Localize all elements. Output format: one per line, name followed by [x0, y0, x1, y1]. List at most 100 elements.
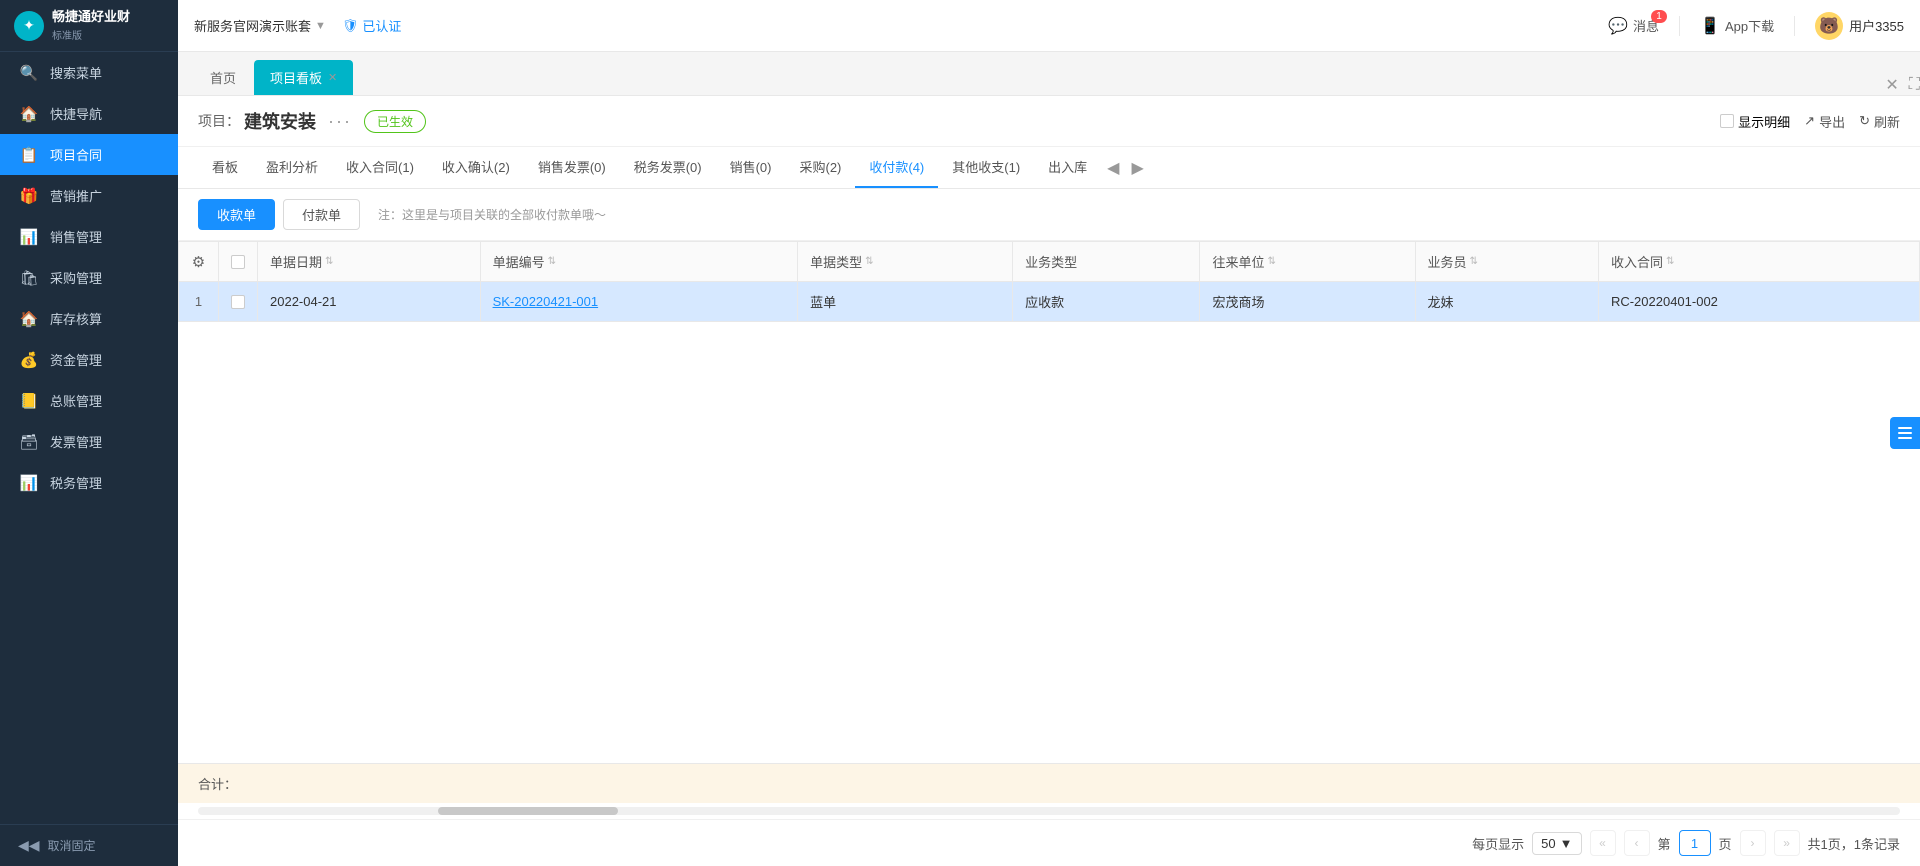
subnav-income-confirm[interactable]: 收入确认(2)	[428, 147, 524, 188]
subnav-receipts[interactable]: 收付款(4)	[855, 147, 938, 188]
sidebar-item-ledger-mgmt[interactable]: 📒 总账管理	[0, 380, 178, 421]
th-biz-type: 业务类型	[1013, 242, 1200, 282]
account-dropdown-icon[interactable]: ▼	[315, 20, 326, 32]
shield-icon: 🛡	[342, 18, 359, 34]
tab-receipt[interactable]: 收款单	[198, 199, 275, 230]
right-float-button[interactable]	[1890, 417, 1920, 449]
per-page-select[interactable]: 50 ▼	[1532, 832, 1581, 855]
th-type[interactable]: 单据类型 ⇅	[798, 242, 1013, 282]
close-window-icon[interactable]: ✕	[1885, 75, 1898, 95]
th-date[interactable]: 单据日期 ⇅	[258, 242, 481, 282]
subnav-other-expense[interactable]: 其他收支(1)	[938, 147, 1034, 188]
project-icon: 📋	[18, 146, 40, 164]
account-name: 新服务官网演示账套	[194, 16, 311, 35]
fund-icon: 💰	[18, 351, 40, 369]
scrollbar-thumb[interactable]	[438, 807, 618, 815]
sidebar-item-invoice-mgmt[interactable]: 🗃 发票管理	[0, 421, 178, 462]
subnav-next-arrow[interactable]: ▶	[1125, 152, 1149, 184]
current-page-indicator[interactable]: 1	[1679, 830, 1711, 856]
refresh-label: 刷新	[1874, 112, 1900, 131]
message-badge: 1	[1651, 10, 1667, 23]
th-salesman[interactable]: 业务员 ⇅	[1415, 242, 1598, 282]
sidebar-item-project-contract[interactable]: 📋 项目合同	[0, 134, 178, 175]
cell-biz-type: 应收款	[1013, 282, 1200, 322]
sort-icon2: ⇅	[548, 256, 556, 267]
sidebar-item-search[interactable]: 🔍 搜索菜单	[0, 52, 178, 93]
per-page-label: 每页显示	[1472, 834, 1524, 853]
sidebar-footer-label: 取消固定	[48, 837, 96, 854]
sidebar-item-fund-mgmt[interactable]: 💰 资金管理	[0, 339, 178, 380]
sidebar-item-label: 快捷导航	[50, 104, 102, 123]
th-number[interactable]: 单据编号 ⇅	[480, 242, 798, 282]
subnav-purchase[interactable]: 采购(2)	[785, 147, 855, 188]
subnav-kanban[interactable]: 看板	[198, 147, 252, 188]
refresh-button[interactable]: ↻ 刷新	[1859, 112, 1900, 131]
sidebar-item-label: 资金管理	[50, 350, 102, 369]
sidebar-item-inventory[interactable]: 🏠 库存核算	[0, 298, 178, 339]
sidebar-item-label: 搜索菜单	[50, 63, 102, 82]
panel-note: 注：这里是与项目关联的全部收付款单哦～	[378, 206, 606, 223]
cell-check[interactable]	[219, 282, 258, 322]
th-partner[interactable]: 往来单位 ⇅	[1200, 242, 1415, 282]
table-wrapper: ⚙ 单据日期 ⇅	[178, 241, 1920, 763]
message-button[interactable]: 💬 消息 1	[1608, 16, 1659, 36]
tab-payment[interactable]: 付款单	[283, 199, 360, 230]
sidebar-unpin-button[interactable]: ◀◀ 取消固定	[0, 824, 178, 866]
page-next-button[interactable]: ›	[1740, 830, 1766, 856]
sidebar-item-sales-mgmt[interactable]: 📊 销售管理	[0, 216, 178, 257]
project-header: 项目： 建筑安装 ··· 已生效 显示明细 ↗ 导出 ↻ 刷新	[178, 96, 1920, 147]
subnav-warehouse[interactable]: 出入库	[1034, 147, 1101, 188]
topbar-divider	[1679, 16, 1680, 36]
show-detail-checkbox[interactable]	[1720, 114, 1734, 128]
sidebar-item-label: 营销推广	[50, 186, 102, 205]
record-link[interactable]: SK-20220421-001	[493, 294, 599, 309]
tab-home-label: 首页	[210, 68, 236, 87]
subnav-sales[interactable]: 销售(0)	[716, 147, 786, 188]
tabbar: 首页 项目看板 ✕ ✕ ⛶	[178, 52, 1920, 96]
horizontal-scrollbar[interactable]	[198, 807, 1900, 815]
sidebar-item-tax-mgmt[interactable]: 📊 税务管理	[0, 462, 178, 503]
export-label: 导出	[1819, 112, 1845, 131]
sort-icon5: ⇅	[1470, 256, 1478, 267]
username: 用户3355	[1849, 16, 1904, 35]
page-prev-button[interactable]: ‹	[1624, 830, 1650, 856]
page-first-button[interactable]: «	[1590, 830, 1616, 856]
tab-home[interactable]: 首页	[194, 60, 252, 95]
sidebar-item-purchase-mgmt[interactable]: 🛍 采购管理	[0, 257, 178, 298]
settings-icon[interactable]: ⚙	[192, 254, 205, 271]
tax-icon: 📊	[18, 474, 40, 492]
pagination: 每页显示 50 ▼ « ‹ 第 1 页 › » 共1页，1条记录	[178, 819, 1920, 866]
cell-number[interactable]: SK-20220421-001	[480, 282, 798, 322]
app-logo: ✦	[14, 11, 44, 41]
content-area: 项目： 建筑安装 ··· 已生效 显示明细 ↗ 导出 ↻ 刷新	[178, 96, 1920, 866]
sidebar-item-quick-nav[interactable]: 🏠 快捷导航	[0, 93, 178, 134]
show-detail-toggle[interactable]: 显示明细	[1720, 112, 1790, 131]
subnav-income-contract[interactable]: 收入合同(1)	[332, 147, 428, 188]
sidebar-item-marketing[interactable]: 🎁 营销推广	[0, 175, 178, 216]
row-checkbox[interactable]	[231, 295, 245, 309]
sales-icon: 📊	[18, 228, 40, 246]
page-last-button[interactable]: »	[1774, 830, 1800, 856]
tab-project-board[interactable]: 项目看板 ✕	[254, 60, 353, 95]
select-all-checkbox[interactable]	[231, 255, 245, 269]
cell-salesman: 龙妹	[1415, 282, 1598, 322]
user-menu[interactable]: 🐻 用户3355	[1815, 12, 1904, 40]
subnav-tax-invoice[interactable]: 税务发票(0)	[620, 147, 716, 188]
tab-close-icon[interactable]: ✕	[328, 71, 337, 84]
project-actions: 显示明细 ↗ 导出 ↻ 刷新	[1720, 112, 1900, 131]
table-row[interactable]: 1 2022-04-21 SK-20220421-001 蓝单 应收款 宏茂商	[179, 282, 1920, 322]
expand-window-icon[interactable]: ⛶	[1909, 76, 1920, 94]
tab-project-board-label: 项目看板	[270, 68, 322, 87]
topbar-actions: 💬 消息 1 📱 App下载 🐻 用户3355	[1608, 12, 1904, 40]
topbar-divider2	[1794, 16, 1795, 36]
app-download-button[interactable]: 📱 App下载	[1700, 16, 1774, 36]
subnav-sales-invoice[interactable]: 销售发票(0)	[524, 147, 620, 188]
subnav-profit[interactable]: 盈利分析	[252, 147, 332, 188]
main-area: 新服务官网演示账套 ▼ 🛡 已认证 💬 消息 1 📱 App下载 🐻 用户335…	[178, 0, 1920, 866]
subnav-prev-arrow[interactable]: ◀	[1101, 152, 1125, 184]
project-more-icon[interactable]: ···	[328, 111, 352, 132]
export-button[interactable]: ↗ 导出	[1804, 112, 1845, 131]
th-income-contract[interactable]: 收入合同 ⇅	[1598, 242, 1919, 282]
unpin-icon: ◀◀	[18, 837, 40, 854]
table-settings-col: ⚙	[179, 242, 219, 282]
